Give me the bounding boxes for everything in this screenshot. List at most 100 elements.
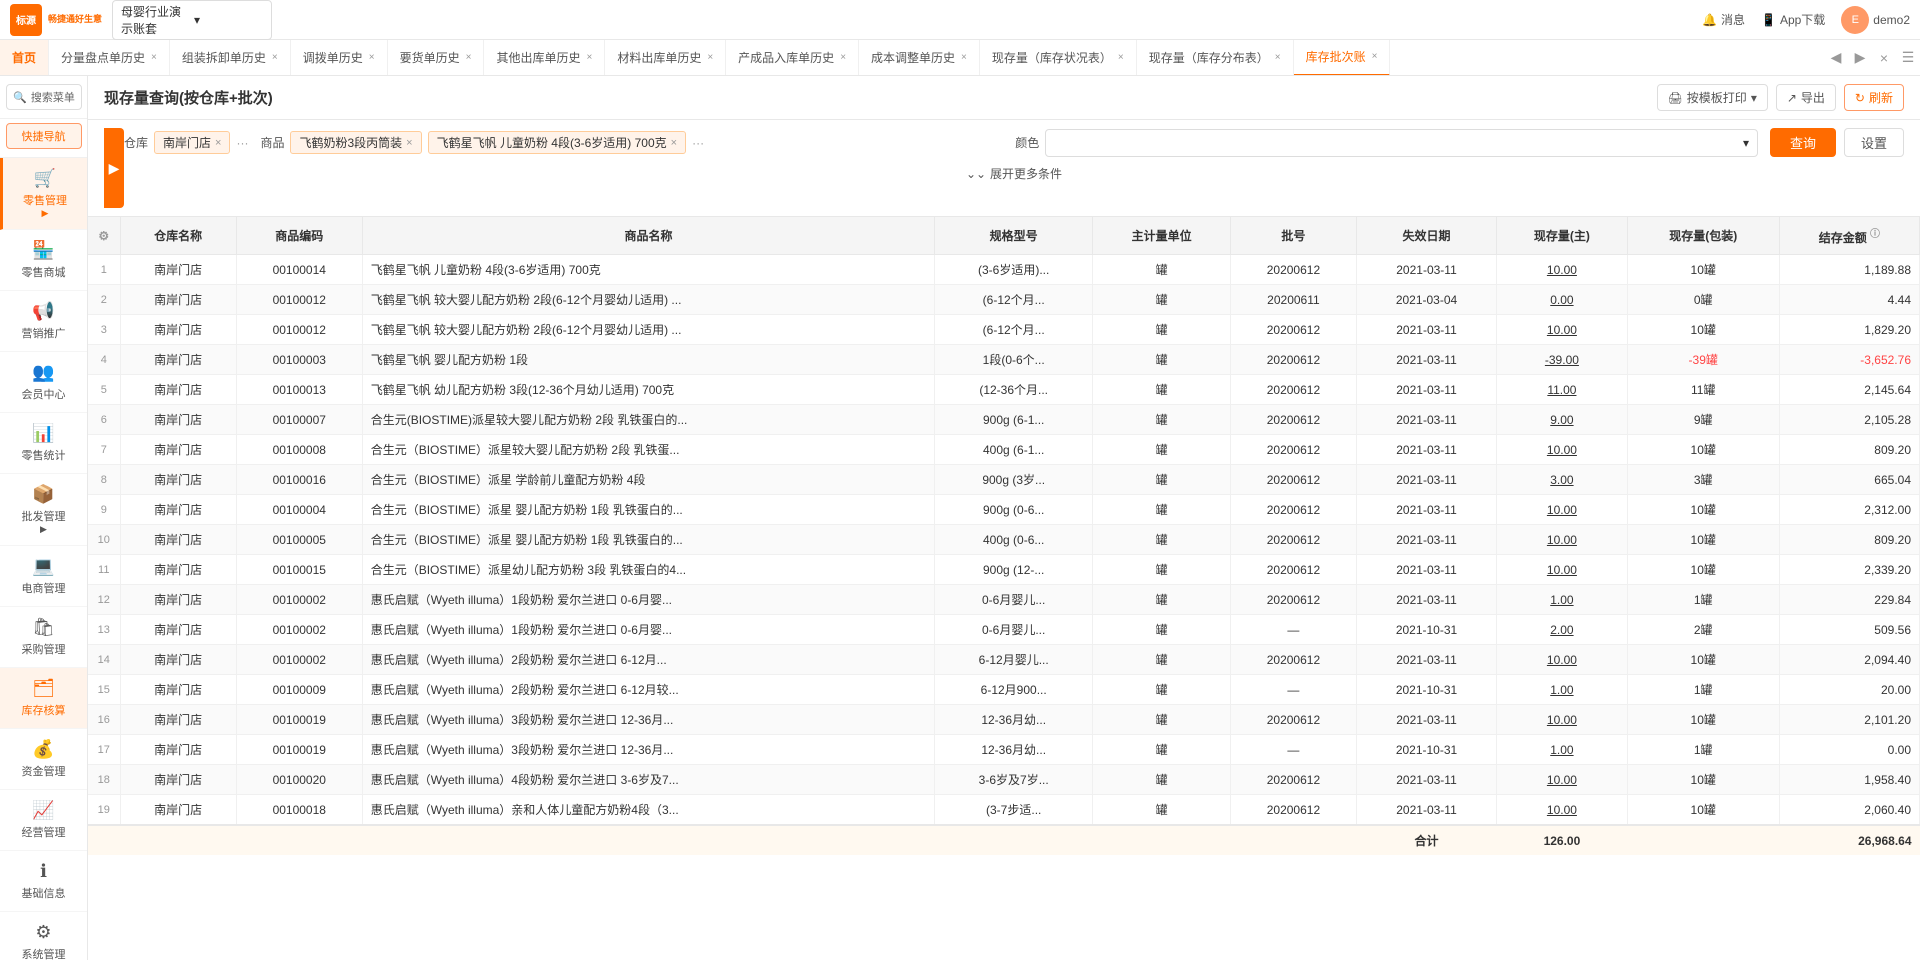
cell-qty-main[interactable]: 10.00 [1497,255,1628,285]
sidebar-item-ecommerce[interactable]: 💻 电商管理 [0,546,87,607]
cell-qty-pkg: 1罐 [1627,585,1779,615]
cell-amount: 809.20 [1779,435,1919,465]
nav-close-button[interactable]: × [1872,40,1896,76]
tab-6[interactable]: 材料出库单历史 × [605,40,726,76]
cell-qty-main[interactable]: -39.00 [1497,345,1628,375]
refresh-button[interactable]: ↻ 刷新 [1844,84,1904,111]
sidebar-item-wholesale[interactable]: 📦 批发管理 ▶ [0,474,87,546]
tab-11[interactable]: 库存批次账 × [1294,40,1391,76]
table-row: 3 南岸门店 00100012 飞鹤星飞帆 较大婴儿配方奶粉 2段(6-12个月… [88,315,1920,345]
sidebar-item-operations[interactable]: 📈 经营管理 [0,790,87,851]
row-number: 10 [88,525,120,555]
sidebar-item-system[interactable]: ⚙ 系统管理 [0,912,87,960]
tab-1[interactable]: 分量盘点单历史 × [49,40,170,76]
marketing-icon: 📢 [32,301,54,322]
search-menu-button[interactable]: 🔍 搜索菜单 [6,84,82,110]
print-button[interactable]: 🖨 按模板打印 ▾ [1657,84,1768,111]
close-icon[interactable]: × [961,52,967,63]
close-icon[interactable]: × [840,52,846,63]
sidebar-item-purchase[interactable]: 🛍 采购管理 [0,607,87,668]
cell-code: 00100007 [236,405,362,435]
expand-conditions-button[interactable]: ⌄⌄ 展开更多条件 [966,161,1062,186]
messages-button[interactable]: 🔔 消息 [1702,11,1745,28]
info-icon[interactable]: ⓘ [1870,229,1880,240]
cell-qty-pkg: 2罐 [1627,615,1779,645]
cell-qty-main[interactable]: 10.00 [1497,765,1628,795]
cell-qty-main[interactable]: 0.00 [1497,285,1628,315]
close-icon[interactable]: × [466,52,472,63]
tab-home[interactable]: 首页 [0,40,49,76]
cell-qty-main[interactable]: 1.00 [1497,585,1628,615]
app-download-button[interactable]: 📱 App下载 [1761,11,1825,28]
cell-qty-pkg: 1罐 [1627,675,1779,705]
sidebar-item-retail-management[interactable]: 🛒 零售管理 ▶ [0,158,87,230]
export-icon: ↗ [1787,91,1797,105]
sidebar-item-finance[interactable]: 💰 资金管理 [0,729,87,790]
cell-qty-main[interactable]: 11.00 [1497,375,1628,405]
query-button[interactable]: 查询 [1770,128,1836,157]
nav-right-button[interactable]: ▶ [1848,40,1872,76]
product-tag-0[interactable]: 飞鹤奶粉3段丙筒装 × [290,131,421,154]
cell-qty-main[interactable]: 10.00 [1497,645,1628,675]
sidebar-item-basic-info[interactable]: ℹ 基础信息 [0,851,87,912]
cell-qty-main[interactable]: 2.00 [1497,615,1628,645]
color-input[interactable]: ▾ [1045,129,1758,157]
cell-spec: 6-12月婴儿... [935,645,1093,675]
product-tag-1[interactable]: 飞鹤星飞帆 儿童奶粉 4段(3-6岁适用) 700克 × [428,131,686,154]
cell-code: 00100016 [236,465,362,495]
cell-qty-main[interactable]: 1.00 [1497,675,1628,705]
cell-qty-main[interactable]: 10.00 [1497,555,1628,585]
close-icon[interactable]: × [369,52,375,63]
close-icon[interactable]: × [1275,52,1281,63]
sidebar-item-marketing[interactable]: 📢 营销推广 [0,291,87,352]
product-more-button[interactable]: ··· [692,136,704,150]
close-icon[interactable]: × [586,52,592,63]
cell-qty-main[interactable]: 1.00 [1497,735,1628,765]
close-icon[interactable]: × [1372,51,1378,62]
cell-qty-main[interactable]: 9.00 [1497,405,1628,435]
sidebar-nav-area: 快捷导航 [0,119,87,158]
remove-product-0-icon[interactable]: × [406,137,412,149]
nav-menu-button[interactable]: ☰ [1896,40,1920,76]
close-icon[interactable]: × [151,52,157,63]
cell-spec: 0-6月婴儿... [935,615,1093,645]
tab-7[interactable]: 产成品入库单历史 × [726,40,859,76]
quick-nav-button[interactable]: 快捷导航 [6,123,82,149]
close-icon[interactable]: × [272,52,278,63]
tab-4[interactable]: 要货单历史 × [388,40,485,76]
tab-8[interactable]: 成本调整单历史 × [859,40,980,76]
cell-code: 00100018 [236,795,362,826]
tab-3[interactable]: 调拨单历史 × [291,40,388,76]
sidebar-item-members[interactable]: 👥 会员中心 [0,352,87,413]
tab-10[interactable]: 现存量（库存分布表） × [1137,40,1294,76]
refresh-icon: ↻ [1855,91,1865,105]
remove-product-1-icon[interactable]: × [671,137,677,149]
settings-icon[interactable]: ⚙ [98,229,109,243]
settings-button[interactable]: 设置 [1844,128,1904,157]
close-icon[interactable]: × [1118,52,1124,63]
cell-qty-main[interactable]: 10.00 [1497,495,1628,525]
home-tab-label: 首页 [12,49,36,66]
tab-2[interactable]: 组装拆卸单历史 × [170,40,291,76]
tab-9[interactable]: 现存量（库存状况表） × [980,40,1137,76]
remove-warehouse-icon[interactable]: × [215,137,221,149]
sidebar-item-retail-store[interactable]: 🏪 零售商城 [0,230,87,291]
cell-qty-main[interactable]: 10.00 [1497,315,1628,345]
cell-qty-main[interactable]: 10.00 [1497,795,1628,826]
warehouse-tag[interactable]: 南岸门店 × [154,131,230,154]
close-icon[interactable]: × [707,52,713,63]
export-button[interactable]: ↗ 导出 [1776,84,1836,111]
cell-qty-main[interactable]: 10.00 [1497,525,1628,555]
user-avatar[interactable]: E demo2 [1841,6,1910,34]
warehouse-select[interactable]: 母婴行业演示账套 ▾ [112,0,272,40]
cell-spec: (6-12个月... [935,285,1093,315]
nav-left-button[interactable]: ◀ [1824,40,1848,76]
warehouse-more-button[interactable]: ··· [236,136,248,150]
cell-qty-main[interactable]: 3.00 [1497,465,1628,495]
cell-qty-main[interactable]: 10.00 [1497,435,1628,465]
sidebar-item-inventory[interactable]: 🗂 库存核算 [0,668,87,729]
expand-sidebar-button[interactable]: ▶ [104,128,124,208]
sidebar-item-retail-stats[interactable]: 📊 零售统计 [0,413,87,474]
cell-qty-main[interactable]: 10.00 [1497,705,1628,735]
tab-5[interactable]: 其他出库单历史 × [484,40,605,76]
